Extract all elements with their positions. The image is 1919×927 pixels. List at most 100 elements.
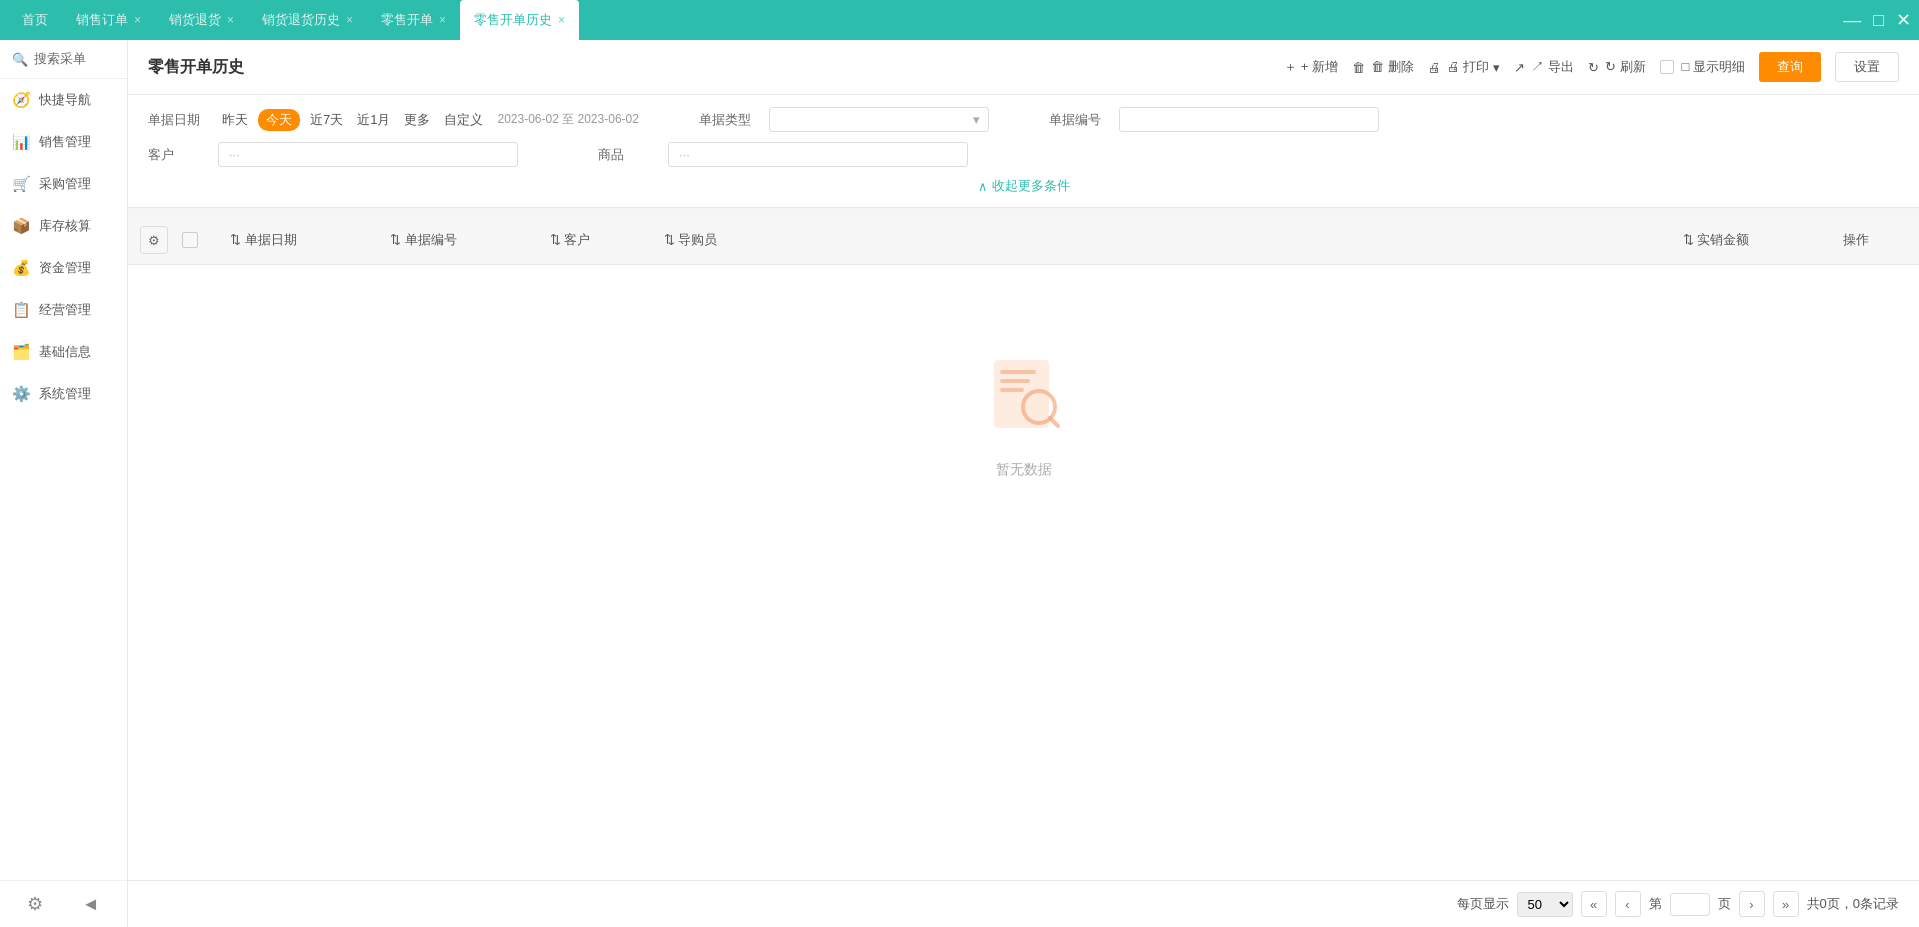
sidebar-item-inventory[interactable]: 📦库存核算 xyxy=(0,205,127,247)
select-all-checkbox[interactable] xyxy=(182,232,198,248)
tab-close-sales-return-history[interactable]: × xyxy=(346,13,353,27)
add-icon: ＋ xyxy=(1284,58,1297,76)
close-btn[interactable]: ✕ xyxy=(1896,9,1911,31)
sidebar-icon-inventory: 📦 xyxy=(12,217,31,235)
last-page-btn[interactable]: » xyxy=(1773,891,1799,917)
export-button[interactable]: ↗ ↗ 导出 xyxy=(1514,58,1574,76)
svg-rect-1 xyxy=(1000,370,1036,374)
date-label: 单据日期 xyxy=(148,111,208,129)
date-opt-2[interactable]: 近7天 xyxy=(306,109,347,131)
th-date-sort-icon[interactable]: ⇅ xyxy=(230,232,241,247)
first-page-btn[interactable]: « xyxy=(1581,891,1607,917)
th-customer-sort-icon[interactable]: ⇅ xyxy=(550,232,561,247)
delete-button[interactable]: 🗑 🗑 删除 xyxy=(1352,58,1414,76)
goods-label: 商品 xyxy=(598,146,658,164)
tab-close-sales-return[interactable]: × xyxy=(227,13,234,27)
sidebar-search-label: 搜索采单 xyxy=(34,50,86,68)
filter-row-1: 单据日期 昨天今天近7天近1月更多自定义 2023-06-02 至 2023-0… xyxy=(148,107,1899,132)
sidebar-label-sys-mgmt: 系统管理 xyxy=(39,385,91,403)
settings-icon[interactable]: ⚙ xyxy=(27,893,43,915)
sidebar-item-ops-mgmt[interactable]: 📋经营管理 xyxy=(0,289,127,331)
svg-rect-3 xyxy=(1000,388,1024,392)
tab-retail-history[interactable]: 零售开单历史 × xyxy=(460,0,579,40)
doc-no-input[interactable] xyxy=(1119,107,1379,132)
th-salesperson: ⇅ 导购员 xyxy=(652,216,789,265)
sidebar-search[interactable]: 🔍 搜索采单 xyxy=(0,40,127,79)
tab-label-retail-open: 零售开单 xyxy=(381,11,433,29)
sidebar-icon-ops-mgmt: 📋 xyxy=(12,301,31,319)
setting-button[interactable]: 设置 xyxy=(1835,52,1899,82)
collapse-icon[interactable]: ◄ xyxy=(82,894,100,915)
sidebar: 🔍 搜索采单 🧭 快捷导航 📊销售管理🛒采购管理📦库存核算💰资金管理📋经营管理 🗂️ 基… xyxy=(0,40,128,927)
doc-type-label: 单据类型 xyxy=(699,111,759,129)
page-number-input[interactable]: 1 xyxy=(1670,893,1710,916)
date-opt-5[interactable]: 自定义 xyxy=(440,109,487,131)
page-size-select[interactable]: 50 10 20 100 xyxy=(1517,892,1573,917)
tab-bar: 首页销售订单× 销货退货 × 销货退货历史 × 零售开单 × 零售开单历史 × — □ ✕ xyxy=(0,0,1919,40)
doc-no-label: 单据编号 xyxy=(1049,111,1109,129)
checkbox-icon xyxy=(1660,60,1674,74)
page-size-label: 每页显示 xyxy=(1457,895,1509,913)
tab-close-retail-open[interactable]: × xyxy=(439,13,446,27)
sidebar-label-basic-info: 基础信息 xyxy=(39,343,91,361)
query-button[interactable]: 查询 xyxy=(1759,52,1821,82)
sidebar-item-basic-info[interactable]: 🗂️ 基础信息 xyxy=(0,331,127,373)
tab-label-sales-return-history: 销货退货历史 xyxy=(262,11,340,29)
th-salesperson-sort-icon[interactable]: ⇅ xyxy=(664,232,675,247)
sidebar-item-sales-mgmt[interactable]: 📊销售管理 xyxy=(0,121,127,163)
th-customer: ⇅ 客户 xyxy=(538,216,652,265)
search-icon: 🔍 xyxy=(12,52,28,67)
date-opt-3[interactable]: 近1月 xyxy=(353,109,394,131)
customer-input[interactable]: ··· xyxy=(218,142,518,167)
sidebar-icon-basic-info: 🗂️ xyxy=(12,343,31,361)
show-detail-toggle[interactable]: □ 显示明细 xyxy=(1660,58,1745,76)
svg-rect-2 xyxy=(1000,379,1030,383)
tab-close-sales-order[interactable]: × xyxy=(134,13,141,27)
minimize-btn[interactable]: — xyxy=(1843,10,1861,31)
page-header: 零售开单历史 ＋ + 新增 🗑 🗑 删除 🖨 🖨 打印 ▾ ↗ ↗ 导出 xyxy=(128,40,1919,95)
column-settings-btn[interactable]: ⚙ xyxy=(140,226,168,254)
goods-input[interactable]: ··· xyxy=(668,142,968,167)
th-doc-no-sort-icon[interactable]: ⇅ xyxy=(390,232,401,247)
refresh-button[interactable]: ↻ ↻ 刷新 xyxy=(1588,58,1646,76)
goods-filter: 商品 ··· xyxy=(598,142,968,167)
svg-line-6 xyxy=(1050,418,1058,426)
next-page-btn[interactable]: › xyxy=(1739,891,1765,917)
sidebar-item-quick-nav[interactable]: 🧭 快捷导航 xyxy=(0,79,127,121)
tab-label-retail-history: 零售开单历史 xyxy=(474,11,552,29)
date-opt-4[interactable]: 更多 xyxy=(400,109,434,131)
page-label-2: 页 xyxy=(1718,895,1731,913)
th-gear: ⚙ xyxy=(128,216,218,265)
svg-point-5 xyxy=(1029,397,1049,417)
date-opt-1[interactable]: 今天 xyxy=(258,109,300,131)
content-area: 零售开单历史 ＋ + 新增 🗑 🗑 删除 🖨 🖨 打印 ▾ ↗ ↗ 导出 xyxy=(128,40,1919,927)
doc-type-dropdown[interactable]: ▾ xyxy=(769,107,989,132)
sidebar-icon-sys-mgmt: ⚙️ xyxy=(12,385,31,403)
sidebar-item-sys-mgmt[interactable]: ⚙️ 系统管理 xyxy=(0,373,127,415)
date-opt-0[interactable]: 昨天 xyxy=(218,109,252,131)
sidebar-label-purchase-mgmt: 采购管理 xyxy=(39,175,91,193)
sidebar-icon-quick-nav: 🧭 xyxy=(12,91,31,109)
empty-text: 暂无数据 xyxy=(996,461,1052,479)
th-date: ⇅ 单据日期 xyxy=(218,216,378,265)
sidebar-item-finance[interactable]: 💰资金管理 xyxy=(0,247,127,289)
tab-label-sales-return: 销货退货 xyxy=(169,11,221,29)
th-amount-sort-icon[interactable]: ⇅ xyxy=(1683,232,1694,247)
collapse-bar[interactable]: ∧ 收起更多条件 xyxy=(148,177,1899,195)
add-button[interactable]: ＋ + 新增 xyxy=(1284,58,1338,76)
print-button[interactable]: 🖨 🖨 打印 ▾ xyxy=(1428,58,1501,76)
customer-filter: 客户 ··· xyxy=(148,142,518,167)
tab-retail-open[interactable]: 零售开单 × xyxy=(367,0,460,40)
sidebar-item-purchase-mgmt[interactable]: 🛒采购管理 xyxy=(0,163,127,205)
tab-close-retail-history[interactable]: × xyxy=(558,13,565,27)
sidebar-label-quick-nav: 快捷导航 xyxy=(39,91,91,109)
header-actions: ＋ + 新增 🗑 🗑 删除 🖨 🖨 打印 ▾ ↗ ↗ 导出 ↻ xyxy=(1284,52,1899,82)
prev-page-btn[interactable]: ‹ xyxy=(1615,891,1641,917)
tab-sales-return-history[interactable]: 销货退货历史 × xyxy=(248,0,367,40)
tab-home[interactable]: 首页 xyxy=(8,0,62,40)
tab-sales-return[interactable]: 销货退货 × xyxy=(155,0,248,40)
filter-area: 单据日期 昨天今天近7天近1月更多自定义 2023-06-02 至 2023-0… xyxy=(128,95,1919,208)
collapse-chevron: ∧ xyxy=(978,179,988,194)
maximize-btn[interactable]: □ xyxy=(1873,10,1884,31)
tab-sales-order[interactable]: 销售订单× xyxy=(62,0,155,40)
